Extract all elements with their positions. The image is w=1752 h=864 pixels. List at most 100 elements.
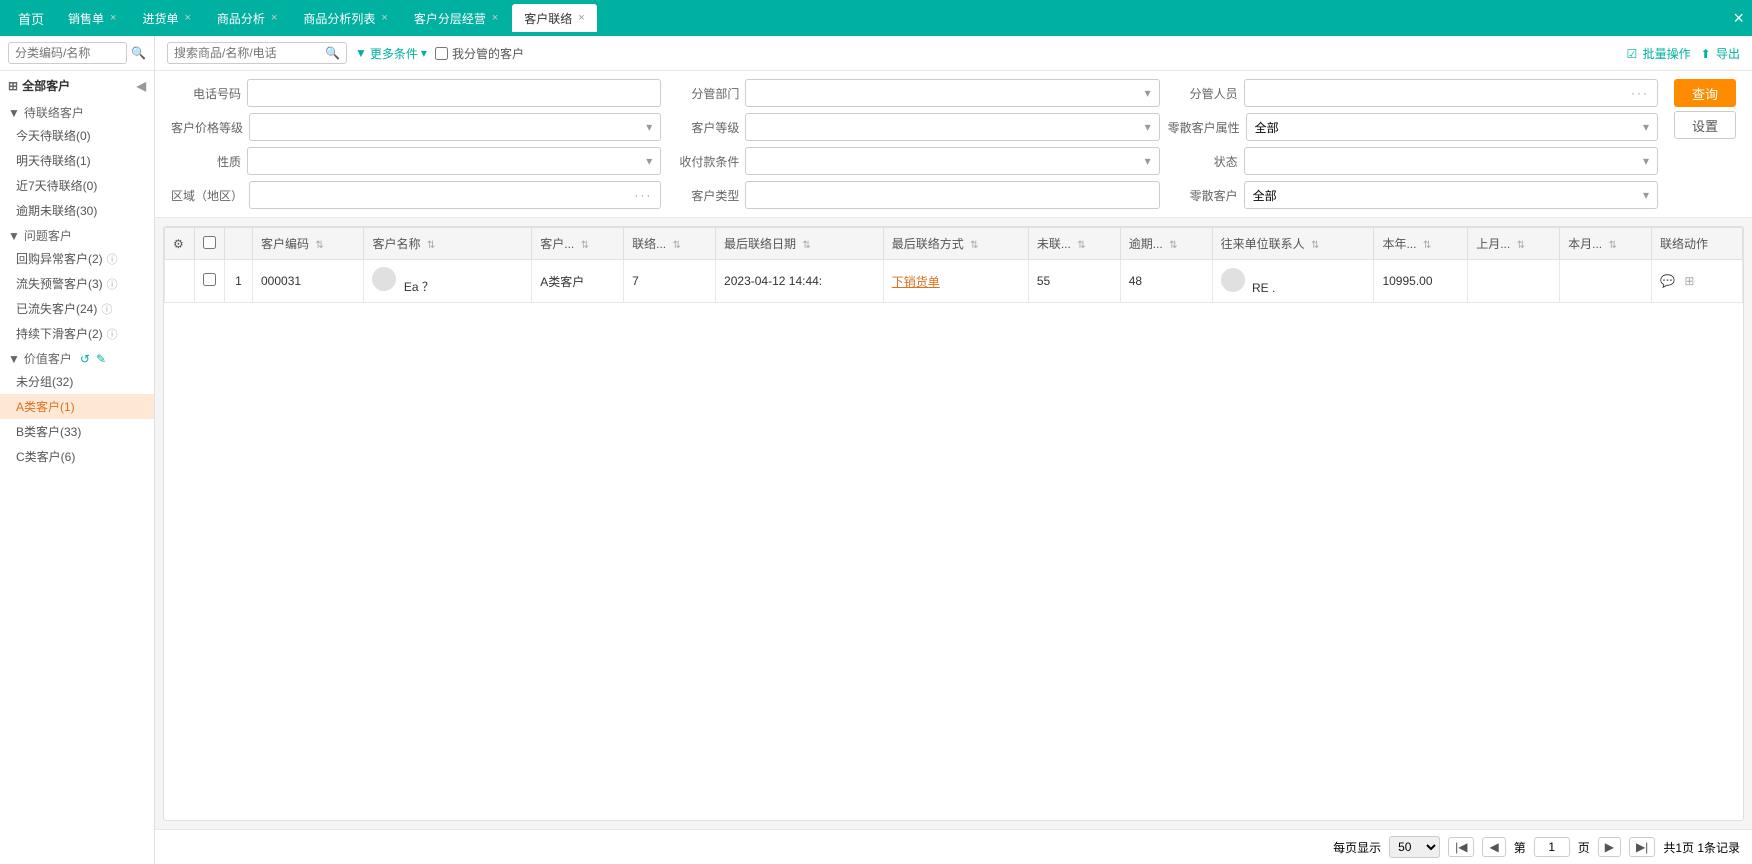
th-overdue[interactable]: 逾期... ⇅ [1120,228,1212,260]
toolbar-search-icon[interactable]: 🔍 [325,46,340,60]
select-all-checkbox[interactable] [203,236,216,249]
sidebar-item-lost[interactable]: 已流失客户(24) ⓘ [0,296,154,321]
query-button[interactable]: 查询 [1674,79,1736,107]
total-label: 共1页 1条记录 [1663,839,1740,856]
more-action-icon[interactable]: ⊞ [1684,274,1694,288]
sidebar-all-customers[interactable]: ⊞ 全部客户 ◀ [0,71,154,100]
sidebar-item-today[interactable]: 今天待联络(0) [0,123,154,148]
filter-dept-select[interactable]: ▾ [745,79,1159,107]
customer-avatar [372,267,396,291]
export-btn[interactable]: ⬆ 导出 [1701,45,1740,62]
sort-code: ⇅ [315,240,323,251]
filter-phone-label: 电话号码 [171,85,241,102]
prev-page-btn[interactable]: ◀ [1482,837,1505,857]
filter-customer-type-label: 客户类型 [669,187,739,204]
filter-region-select[interactable]: ··· [249,181,661,209]
info-icon-lost: ⓘ [101,301,112,317]
th-level[interactable]: 客户... ⇅ [532,228,624,260]
sidebar-item-overdue[interactable]: 逾期未联络(30) [0,198,154,223]
th-name[interactable]: 客户名称 ⇅ [364,228,532,260]
sidebar-item-class-a[interactable]: A类客户(1) [0,394,154,419]
filter-retail-attr: 零散客户属性 全部 ▾ [1168,113,1658,141]
pagination: 每页显示 50 10 20 100 |◀ ◀ 第 页 ▶ ▶| 共1页 1条记录 [155,829,1752,864]
first-page-btn[interactable]: |◀ [1448,837,1474,857]
td-last-method[interactable]: 下销货单 [883,260,1028,303]
settings-button[interactable]: 设置 [1674,111,1736,139]
close-customer-ops-tab[interactable]: × [492,12,498,24]
sidebar-item-declining[interactable]: 持续下滑客户(2) ⓘ [0,321,154,346]
refresh-icon[interactable]: ↺ [80,352,90,366]
sidebar-item-7days[interactable]: 近7天待联络(0) [0,173,154,198]
filter-status-label: 状态 [1168,153,1238,170]
filter-retail-attr-select[interactable]: 全部 ▾ [1246,113,1658,141]
filter-customer-type-input[interactable] [745,181,1159,209]
sidebar-item-abnormal[interactable]: 回购异常客户(2) ⓘ [0,246,154,271]
close-analysis-tab[interactable]: × [271,12,277,24]
last-method-link[interactable]: 下销货单 [892,275,940,289]
edit-icon[interactable]: ✎ [96,352,106,366]
th-gear[interactable]: ⚙ [165,228,195,260]
sidebar-item-tomorrow[interactable]: 明天待联络(1) [0,148,154,173]
filter-nature-select[interactable]: ▾ [247,147,661,175]
close-analysis-list-tab[interactable]: × [381,12,387,24]
filter-payment: 收付款条件 ▾ [669,147,1159,175]
next-page-btn[interactable]: ▶ [1598,837,1621,857]
filter-dept: 分管部门 ▾ [669,79,1159,107]
close-customer-contact-tab[interactable]: × [578,12,584,24]
nav-tab-customer-ops[interactable]: 客户分层经营 × [402,4,510,32]
close-sales-tab[interactable]: × [110,12,116,24]
th-no-contact[interactable]: 未联... ⇅ [1028,228,1120,260]
close-window-btn[interactable]: × [1733,8,1744,29]
filter-person: 分管人员 ··· [1168,79,1658,107]
th-last-date[interactable]: 最后联络日期 ⇅ [716,228,884,260]
th-this-month[interactable]: 本月... ⇅ [1560,228,1652,260]
td-checkbox [195,260,225,303]
nav-tab-analysis[interactable]: 商品分析 × [205,4,289,32]
chat-icon[interactable]: 💬 [1660,274,1675,288]
filter-status-select[interactable]: ▾ [1244,147,1658,175]
td-this-month [1560,260,1652,303]
my-customer-check[interactable] [435,47,448,60]
th-this-year[interactable]: 本年... ⇅ [1374,228,1468,260]
th-contact-person[interactable]: 往来单位联系人 ⇅ [1212,228,1374,260]
filter-region-label: 区域（地区） [171,187,243,204]
more-filter-btn[interactable]: ▼ 更多条件 ▾ [355,45,427,62]
filter-payment-select[interactable]: ▾ [745,147,1159,175]
filter-retail-select[interactable]: 全部 ▾ [1244,181,1658,209]
nav-tab-purchase[interactable]: 进货单 × [130,4,202,32]
filter-customer-level-select[interactable]: ▾ [745,113,1159,141]
th-last-month[interactable]: 上月... ⇅ [1468,228,1560,260]
sort-contact-person: ⇅ [1311,240,1319,251]
last-page-btn[interactable]: ▶| [1629,837,1655,857]
payment-chevron: ▾ [1145,154,1151,168]
filter-person-select[interactable]: ··· [1244,79,1658,107]
sidebar-item-class-b[interactable]: B类客户(33) [0,419,154,444]
sidebar-search-icon[interactable]: 🔍 [131,46,146,60]
sidebar-item-class-c[interactable]: C类客户(6) [0,444,154,469]
th-code[interactable]: 客户编码 ⇅ [253,228,364,260]
filter-customer-level: 客户等级 ▾ [669,113,1159,141]
sidebar-item-unclassified[interactable]: 未分组(32) [0,369,154,394]
nav-tab-customer-contact[interactable]: 客户联络 × [512,4,596,32]
filter-price-level-select[interactable]: ▾ [249,113,661,141]
sort-last-method: ⇅ [970,240,978,251]
sort-no-contact: ⇅ [1077,240,1085,251]
sidebar-item-at-risk[interactable]: 流失预警客户(3) ⓘ [0,271,154,296]
toolbar-search-input[interactable] [174,46,325,60]
row-checkbox[interactable] [203,273,216,286]
nav-tab-sales[interactable]: 销售单 × [56,4,128,32]
close-purchase-tab[interactable]: × [184,12,190,24]
page-number-input[interactable] [1534,837,1570,857]
my-customer-checkbox[interactable]: 我分管的客户 [435,45,524,62]
th-last-method[interactable]: 最后联络方式 ⇅ [883,228,1028,260]
filter-phone-input[interactable] [247,79,661,107]
sidebar-group-value: ▼ 价值客户 ↺ ✎ [0,346,154,369]
nav-home[interactable]: 首页 [8,9,54,28]
table-header: ⚙ 客户编码 ⇅ 客户名称 ⇅ [165,228,1743,260]
batch-op-btn[interactable]: ☑ 批量操作 [1626,45,1690,62]
th-contact-count[interactable]: 联络... ⇅ [624,228,716,260]
per-page-select[interactable]: 50 10 20 100 [1389,836,1440,858]
sidebar-search-input[interactable] [8,42,127,64]
sort-this-month: ⇅ [1608,240,1616,251]
nav-tab-analysis-list[interactable]: 商品分析列表 × [291,4,399,32]
